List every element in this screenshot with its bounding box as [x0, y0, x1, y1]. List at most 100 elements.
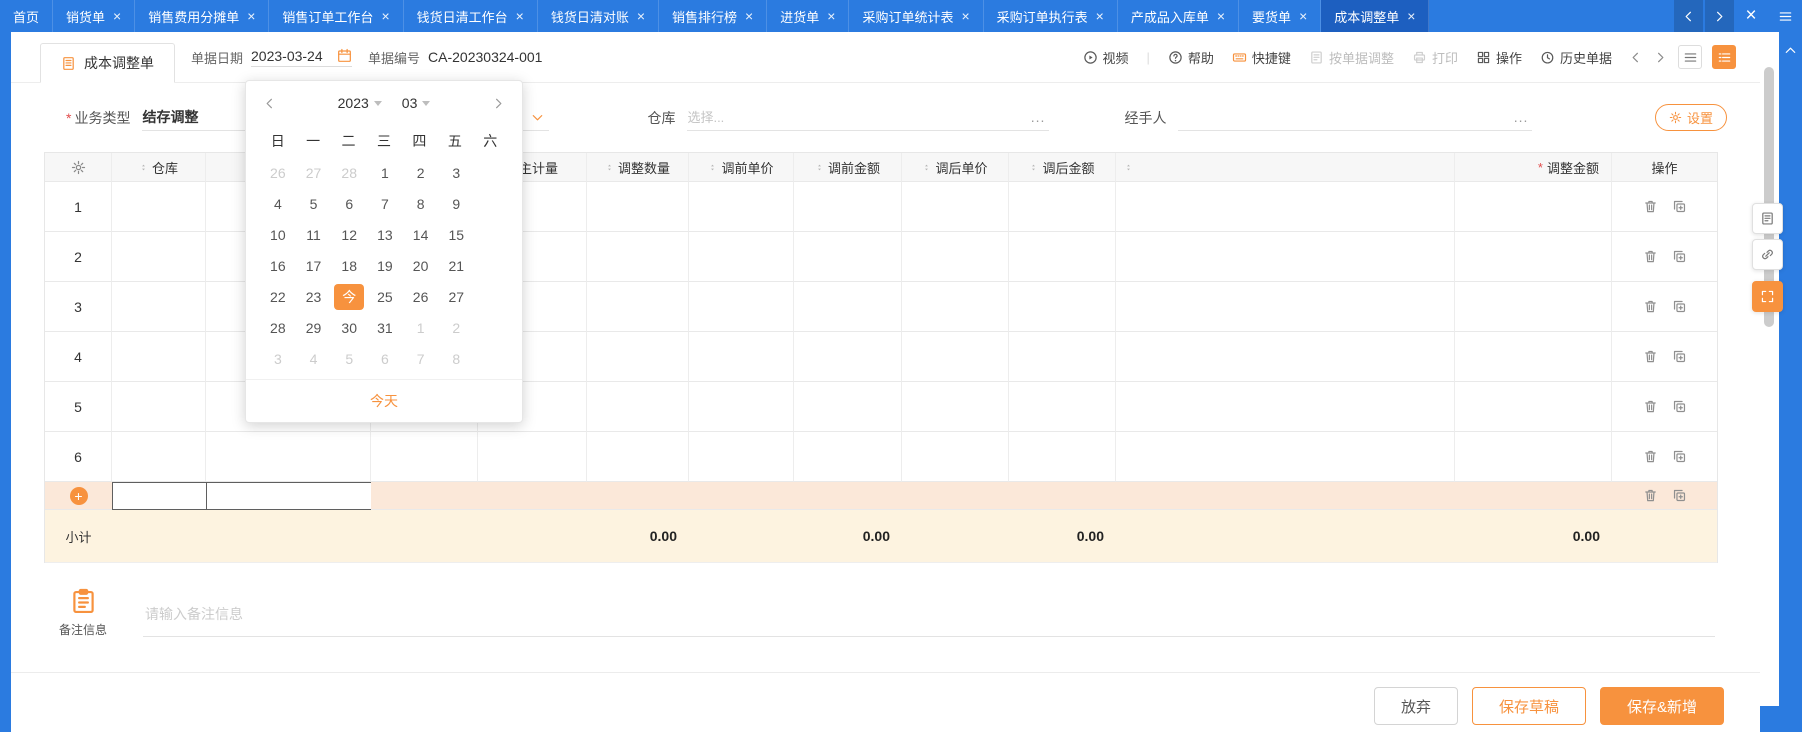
calendar-day[interactable]: 31	[367, 312, 403, 343]
calendar-day[interactable]: 12	[331, 219, 367, 250]
tabs-scroll-right-button[interactable]	[1705, 0, 1734, 32]
copy-row-icon[interactable]	[1672, 488, 1687, 503]
calendar-day[interactable]: 2	[438, 312, 474, 343]
calendar-day[interactable]: 10	[260, 219, 296, 250]
tab-close-icon[interactable]: ×	[1096, 9, 1104, 23]
prev-view-icon[interactable]	[1628, 50, 1643, 65]
top-tab[interactable]: 销售排行榜 ×	[659, 0, 768, 32]
calendar-day[interactable]: 11	[296, 219, 332, 250]
new-row-input[interactable]	[112, 482, 206, 510]
grid-cell[interactable]	[902, 282, 1009, 332]
toolbar-action[interactable]: 按单据调整	[1309, 48, 1394, 67]
toolbar-action[interactable]: 操作	[1476, 48, 1522, 67]
calendar-day[interactable]: 2	[403, 157, 439, 188]
calendar-day[interactable]: 6	[331, 188, 367, 219]
top-tab[interactable]: 成本调整单 ×	[1321, 0, 1430, 32]
column-header[interactable]	[1116, 153, 1455, 182]
copy-row-icon[interactable]	[1672, 199, 1687, 214]
grid-cell[interactable]	[1009, 332, 1116, 382]
column-header[interactable]: 调前金额	[794, 153, 902, 182]
add-row-icon[interactable]: +	[69, 486, 88, 505]
warehouse-picker[interactable]: ...	[687, 105, 1050, 131]
calendar-day[interactable]: 27	[296, 157, 332, 188]
grid-cell[interactable]	[689, 232, 794, 282]
top-tab[interactable]: 采购订单执行表 ×	[984, 0, 1118, 32]
prev-month-button[interactable]	[262, 96, 277, 111]
handler-input[interactable]	[1178, 109, 1514, 125]
calendar-day[interactable]: 6	[367, 343, 403, 374]
calendar-day[interactable]: 16	[260, 250, 296, 281]
delete-row-icon[interactable]	[1643, 249, 1658, 264]
calendar-day[interactable]: 7	[403, 343, 439, 374]
column-header[interactable]: 调前单价	[689, 153, 794, 182]
warehouse-more-button[interactable]: ...	[1031, 109, 1050, 125]
calendar-day[interactable]: 21	[438, 250, 474, 281]
grid-cell[interactable]	[1455, 332, 1612, 382]
grid-cell[interactable]	[1455, 382, 1612, 432]
detail-view-toggle[interactable]	[1712, 45, 1736, 69]
abandon-button[interactable]: 放弃	[1373, 687, 1458, 725]
grid-cell[interactable]	[1009, 432, 1116, 482]
column-header[interactable]	[45, 153, 112, 182]
copy-row-icon[interactable]	[1672, 449, 1687, 464]
top-tab[interactable]: 销售订单工作台 ×	[269, 0, 404, 32]
grid-cell[interactable]	[902, 432, 1009, 482]
grid-cell[interactable]	[478, 432, 587, 482]
calendar-day[interactable]: 26	[260, 157, 296, 188]
grid-cell[interactable]	[1009, 282, 1116, 332]
calendar-day[interactable]: 28	[331, 157, 367, 188]
grid-cell[interactable]	[1116, 432, 1455, 482]
tab-close-icon[interactable]: ×	[1407, 9, 1415, 23]
save-draft-button[interactable]: 保存草稿	[1471, 687, 1586, 725]
calendar-day[interactable]: 4	[296, 343, 332, 374]
grid-cell[interactable]	[794, 332, 902, 382]
tab-close-icon[interactable]: ×	[745, 9, 753, 23]
calendar-day[interactable]: 3	[260, 343, 296, 374]
next-month-button[interactable]	[491, 96, 506, 111]
grid-cell[interactable]	[1009, 182, 1116, 232]
copy-row-icon[interactable]	[1672, 349, 1687, 364]
calendar-day[interactable]: 15	[438, 219, 474, 250]
calendar-day[interactable]: 27	[438, 281, 474, 312]
grid-cell[interactable]	[1116, 232, 1455, 282]
toolbar-action[interactable]: 快捷键	[1232, 48, 1291, 67]
next-view-icon[interactable]	[1653, 50, 1668, 65]
grid-cell[interactable]	[794, 182, 902, 232]
calendar-day[interactable]: 25	[367, 281, 403, 312]
grid-cell[interactable]	[689, 332, 794, 382]
link-tool-button[interactable]	[1752, 239, 1783, 270]
calendar-day[interactable]: 4	[260, 188, 296, 219]
grid-cell[interactable]	[206, 432, 371, 482]
grid-cell[interactable]	[902, 182, 1009, 232]
calendar-day[interactable]: 7	[367, 188, 403, 219]
calendar-day[interactable]: 23	[296, 281, 332, 312]
toolbar-action[interactable]: 帮助	[1168, 48, 1214, 67]
calendar-day[interactable]: 8	[403, 188, 439, 219]
calendar-day[interactable]: 1	[367, 157, 403, 188]
tab-close-icon[interactable]: ×	[1299, 9, 1307, 23]
grid-cell[interactable]	[689, 432, 794, 482]
calendar-day[interactable]: 26	[403, 281, 439, 312]
handler-more-button[interactable]: ...	[1514, 109, 1533, 125]
calendar-day[interactable]: 17	[296, 250, 332, 281]
grid-cell[interactable]	[371, 432, 478, 482]
copy-row-icon[interactable]	[1672, 399, 1687, 414]
grid-cell[interactable]	[794, 232, 902, 282]
handler-picker[interactable]: ...	[1178, 105, 1533, 131]
tab-close-icon[interactable]: ×	[113, 9, 121, 23]
calendar-day[interactable]: 今	[331, 281, 367, 312]
delete-row-icon[interactable]	[1643, 488, 1658, 503]
grid-cell[interactable]	[794, 382, 902, 432]
settings-button[interactable]: 设置	[1654, 104, 1727, 131]
note-tool-button[interactable]	[1752, 203, 1783, 234]
grid-cell[interactable]	[112, 332, 206, 382]
top-tab[interactable]: 首页	[0, 0, 54, 32]
warehouse-input[interactable]	[687, 109, 1031, 125]
column-header[interactable]: 调整数量	[587, 153, 689, 182]
calendar-day[interactable]: 18	[331, 250, 367, 281]
grid-cell[interactable]	[587, 282, 689, 332]
calendar-day[interactable]: 22	[260, 281, 296, 312]
close-tabs-button[interactable]: ×	[1734, 0, 1768, 32]
tabs-scroll-left-button[interactable]	[1674, 0, 1703, 32]
grid-cell[interactable]	[1455, 432, 1612, 482]
